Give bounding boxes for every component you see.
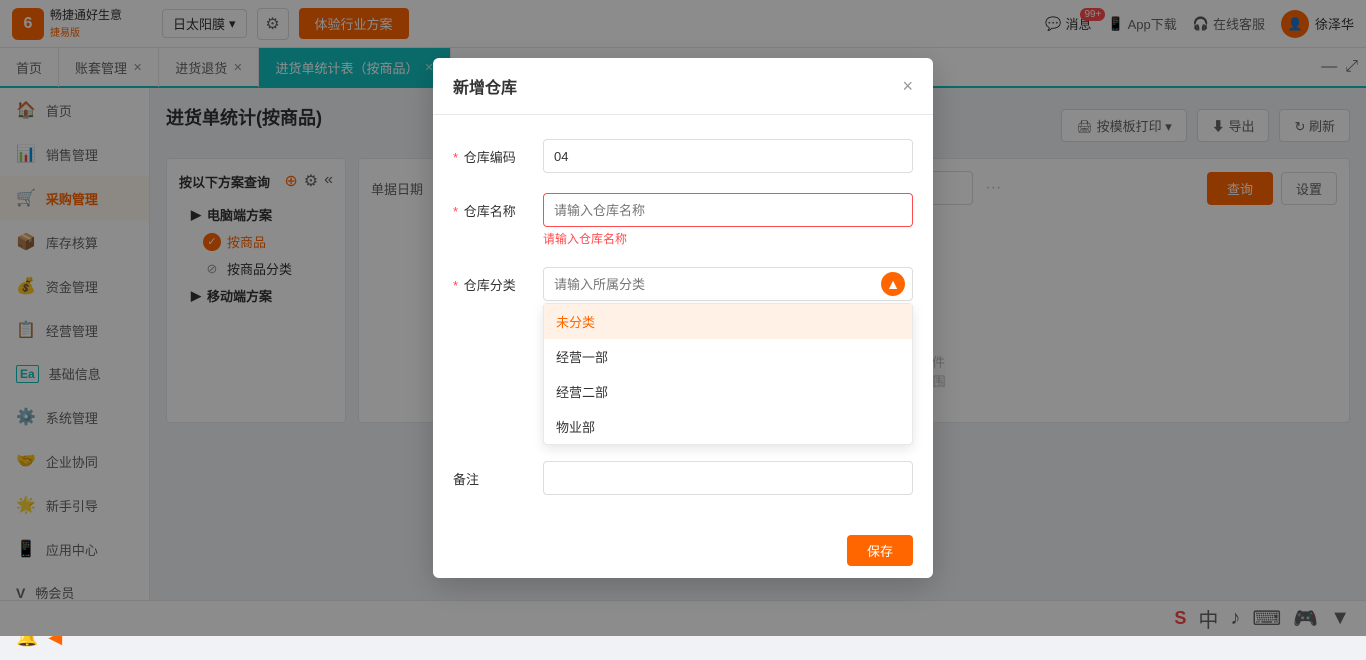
category-input-wrapper: ▲ <box>543 267 913 301</box>
category-toggle-icon[interactable]: ▲ <box>881 272 905 296</box>
code-input[interactable] <box>543 139 913 173</box>
required-star-name: * <box>453 204 458 219</box>
remark-label: 备注 <box>453 461 543 488</box>
remark-field-wrap <box>543 461 913 495</box>
dropdown-item-dept1[interactable]: 经营一部 <box>544 339 912 374</box>
name-field-wrap: 请输入仓库名称 <box>543 193 913 247</box>
category-input[interactable] <box>543 267 913 301</box>
name-error-tip: 请输入仓库名称 <box>543 230 913 247</box>
name-label: * 仓库名称 <box>453 193 543 220</box>
dialog-header: 新增仓库 × <box>433 58 933 115</box>
category-dropdown: 未分类 经营一部 经营二部 物业部 <box>543 303 913 445</box>
required-star-code: * <box>453 150 458 165</box>
remark-input[interactable] <box>543 461 913 495</box>
form-row-name: * 仓库名称 请输入仓库名称 <box>453 193 913 247</box>
name-input[interactable] <box>543 193 913 227</box>
save-button[interactable]: 保存 <box>847 535 913 566</box>
form-row-remark: 备注 <box>453 461 913 495</box>
dropdown-item-dept3[interactable]: 物业部 <box>544 409 912 444</box>
dialog-body: * 仓库编码 * 仓库名称 请输入仓库名称 <box>433 115 933 523</box>
dialog-footer: 保存 <box>433 523 933 578</box>
category-label: * 仓库分类 <box>453 267 543 294</box>
required-star-category: * <box>453 278 458 293</box>
dialog-close-button[interactable]: × <box>902 76 913 97</box>
new-warehouse-dialog: 新增仓库 × * 仓库编码 * 仓库名称 <box>433 58 933 578</box>
dropdown-item-dept2[interactable]: 经营二部 <box>544 374 912 409</box>
code-field-wrap <box>543 139 913 173</box>
code-label: * 仓库编码 <box>453 139 543 166</box>
dropdown-item-unclassified[interactable]: 未分类 <box>544 304 912 339</box>
category-field-wrap: ▲ 未分类 经营一部 经营二部 物业部 <box>543 267 913 301</box>
dialog-overlay: 新增仓库 × * 仓库编码 * 仓库名称 <box>0 0 1366 636</box>
form-row-category: * 仓库分类 ▲ 未分类 经营一部 经营二部 物业部 <box>453 267 913 301</box>
form-row-code: * 仓库编码 <box>453 139 913 173</box>
dialog-title: 新增仓库 <box>453 74 517 98</box>
